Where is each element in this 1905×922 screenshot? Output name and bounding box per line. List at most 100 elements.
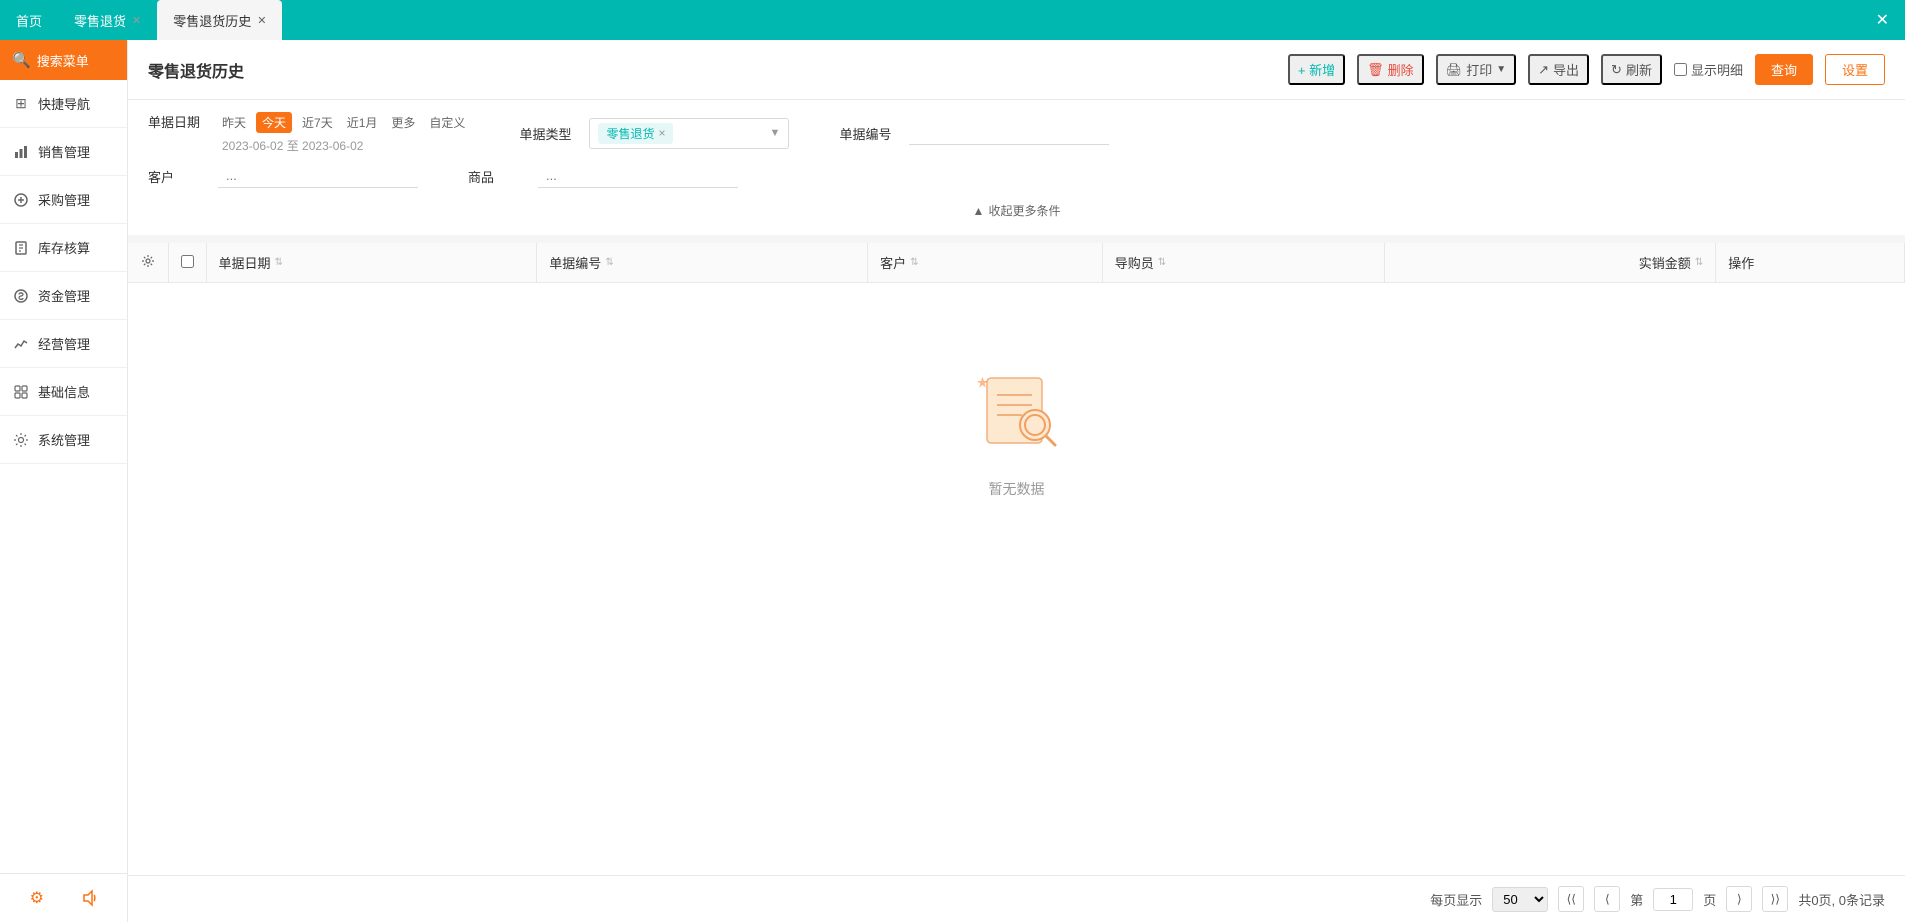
page-title: 零售退货历史 [148, 58, 244, 96]
th-customer[interactable]: 客户 ⇅ [868, 243, 1103, 283]
sidebar-item-inventory[interactable]: 库存核算 [0, 224, 127, 272]
operations-icon [12, 335, 30, 353]
total-records: 共0页, 0条记录 [1798, 890, 1885, 909]
tab-retail-return[interactable]: 零售退货 ✕ [58, 0, 157, 40]
last-page-btn[interactable]: ⟩⟩ [1762, 886, 1788, 912]
sidebar-item-finance[interactable]: 资金管理 [0, 272, 127, 320]
th-settings[interactable] [128, 243, 168, 283]
basic-info-icon [12, 383, 30, 401]
date-opt-1month[interactable]: 近1月 [343, 112, 382, 133]
sidebar: 🔍 搜索菜单 ⊞ 快捷导航 销售管理 采购管理 [0, 40, 128, 922]
empty-state: 暂无数据 [128, 283, 1905, 579]
collapse-more-btn[interactable]: ▲ 收起更多条件 [969, 198, 1065, 223]
date-opt-today[interactable]: 今天 [256, 112, 292, 133]
page-number-input[interactable] [1653, 888, 1693, 911]
display-detail-checkbox[interactable] [1674, 63, 1687, 76]
first-page-btn[interactable]: ⟨⟨ [1558, 886, 1584, 912]
main-layout: 🔍 搜索菜单 ⊞ 快捷导航 销售管理 采购管理 [0, 40, 1905, 922]
filter-area: 单据日期 昨天 今天 近7天 近1月 更多 自定义 2023-06-02 至 2… [128, 100, 1905, 235]
customer-sort-icon: ⇅ [910, 257, 918, 268]
bill-type-dropdown-icon: ▼ [770, 127, 781, 139]
print-button[interactable]: 🖨 打印 ▼ [1436, 54, 1516, 85]
inventory-icon [12, 239, 30, 257]
sidebar-item-basic-info[interactable]: 基础信息 [0, 368, 127, 416]
filter-row-2: 客户 商品 [148, 164, 1885, 188]
amount-sort-icon: ⇅ [1695, 257, 1703, 268]
goods-input[interactable] [538, 164, 738, 188]
delete-icon: 🗑 [1367, 62, 1384, 78]
page-header: 零售退货历史 + 新增 🗑 删除 🖨 打印 ▼ ↗ 导出 [128, 40, 1905, 100]
collapse-up-icon: ▲ [973, 204, 985, 218]
delete-button[interactable]: 🗑 删除 [1357, 54, 1424, 85]
filter-row-1: 单据日期 昨天 今天 近7天 近1月 更多 自定义 2023-06-02 至 2… [148, 112, 1885, 154]
tab-retail-return-close[interactable]: ✕ [132, 14, 141, 27]
top-bar: 首页 零售退货 ✕ 零售退货历史 ✕ ✕ [0, 0, 1905, 40]
content-area: 零售退货历史 + 新增 🗑 删除 🖨 打印 ▼ ↗ 导出 [128, 40, 1905, 922]
sales-mgmt-icon [12, 143, 30, 161]
page-size-select[interactable]: 50 10 20 100 [1492, 887, 1548, 912]
th-checkbox[interactable] [168, 243, 206, 283]
th-bill-no[interactable]: 单据编号 ⇅ [537, 243, 868, 283]
print-icon: 🖨 [1446, 62, 1463, 78]
next-page-btn[interactable]: ⟩ [1726, 886, 1752, 912]
date-range-value: 2023-06-02 至 2023-06-02 [222, 137, 469, 154]
th-guide[interactable]: 导购员 ⇅ [1102, 243, 1385, 283]
quick-nav-icon: ⊞ [12, 95, 30, 113]
sidebar-item-system-mgmt[interactable]: 系统管理 [0, 416, 127, 464]
search-icon: 🔍 [12, 51, 31, 69]
select-all-checkbox[interactable] [181, 255, 194, 268]
sidebar-menu: ⊞ 快捷导航 销售管理 采购管理 库存核算 [0, 80, 127, 873]
date-opt-more[interactable]: 更多 [387, 112, 419, 133]
bill-type-label: 单据类型 [519, 124, 579, 143]
th-date[interactable]: 单据日期 ⇅ [206, 243, 537, 283]
finance-icon [12, 287, 30, 305]
table-container: 单据日期 ⇅ 单据编号 ⇅ 客户 [128, 243, 1905, 875]
export-icon: ↗ [1538, 62, 1549, 78]
bill-no-input[interactable] [909, 121, 1109, 145]
toolbar-actions: + 新增 🗑 删除 🖨 打印 ▼ ↗ 导出 ↻ 刷新 [1288, 54, 1885, 99]
export-button[interactable]: ↗ 导出 [1528, 54, 1589, 85]
tab-retail-return-history-close[interactable]: ✕ [257, 14, 266, 27]
data-table: 单据日期 ⇅ 单据编号 ⇅ 客户 [128, 243, 1905, 283]
goods-label: 商品 [468, 167, 528, 186]
system-mgmt-icon [12, 431, 30, 449]
settings-button[interactable]: 设置 [1825, 54, 1885, 85]
sidebar-item-sales-mgmt[interactable]: 销售管理 [0, 128, 127, 176]
display-detail-switch[interactable]: 显示明细 [1674, 60, 1743, 79]
prev-page-btn[interactable]: ⟨ [1594, 886, 1620, 912]
sidebar-item-quick-nav[interactable]: ⊞ 快捷导航 [0, 80, 127, 128]
settings-bottom-icon[interactable]: ⚙ [23, 884, 51, 912]
customer-input[interactable] [218, 164, 418, 188]
th-amount[interactable]: 实销金额 ⇅ [1385, 243, 1716, 283]
refresh-icon: ↻ [1611, 62, 1622, 78]
bill-no-sort-icon: ⇅ [605, 257, 613, 268]
new-button[interactable]: + 新增 [1288, 54, 1345, 85]
date-opt-7days[interactable]: 近7天 [298, 112, 337, 133]
guide-sort-icon: ⇅ [1158, 257, 1166, 268]
date-options: 昨天 今天 近7天 近1月 更多 自定义 [218, 112, 469, 133]
empty-text: 暂无数据 [989, 479, 1045, 499]
bill-type-select[interactable]: 零售退货 × ▼ [589, 118, 789, 149]
date-sort-icon: ⇅ [275, 257, 283, 268]
refresh-button[interactable]: ↻ 刷新 [1601, 54, 1662, 85]
sidebar-item-purchase-mgmt[interactable]: 采购管理 [0, 176, 127, 224]
tab-retail-return-history[interactable]: 零售退货历史 ✕ [157, 0, 282, 40]
sidebar-search[interactable]: 🔍 搜索菜单 [0, 40, 127, 80]
tab-home[interactable]: 首页 [0, 0, 58, 40]
pagination-bar: 每页显示 50 10 20 100 ⟨⟨ ⟨ 第 页 ⟩ ⟩⟩ 共0页, 0条记… [128, 875, 1905, 922]
sidebar-bottom: ⚙ [0, 873, 127, 922]
customer-label: 客户 [148, 167, 208, 186]
print-dropdown-icon: ▼ [1496, 64, 1506, 75]
th-action: 操作 [1716, 243, 1905, 283]
date-opt-yesterday[interactable]: 昨天 [218, 112, 250, 133]
window-close-button[interactable]: ✕ [1876, 10, 1905, 30]
sidebar-item-operations[interactable]: 经营管理 [0, 320, 127, 368]
bill-no-label: 单据编号 [839, 124, 899, 143]
bill-type-remove[interactable]: × [658, 126, 665, 140]
tab-bar: 首页 零售退货 ✕ 零售退货历史 ✕ [0, 0, 1876, 40]
query-button[interactable]: 查询 [1755, 54, 1813, 85]
bill-type-tag: 零售退货 × [598, 123, 673, 144]
purchase-mgmt-icon [12, 191, 30, 209]
date-opt-custom[interactable]: 自定义 [425, 112, 469, 133]
audio-bottom-icon[interactable] [76, 884, 104, 912]
